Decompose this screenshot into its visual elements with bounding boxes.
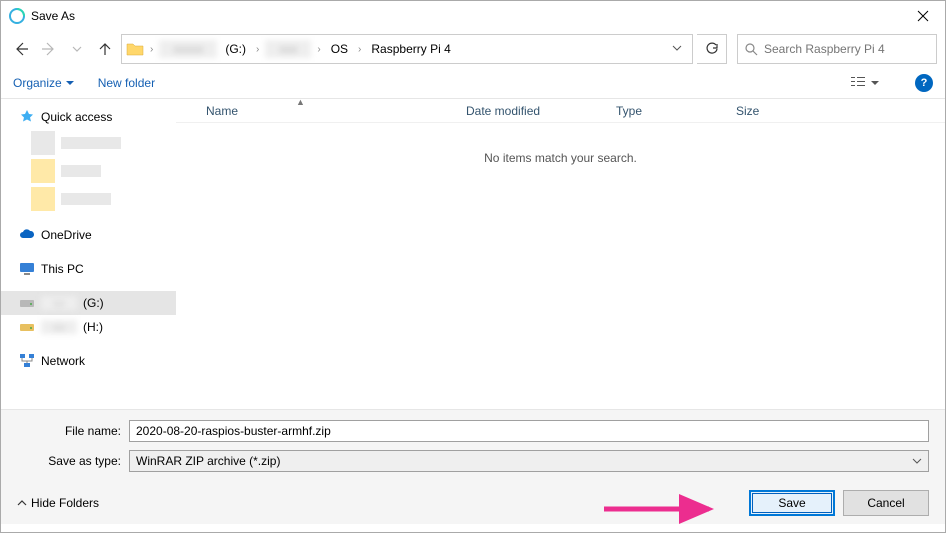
drive-icon: [19, 319, 35, 335]
column-header-name[interactable]: Name ▲: [206, 104, 466, 118]
forward-button[interactable]: [37, 37, 61, 61]
sidebar-item-drive-h[interactable]: xx (H:): [1, 315, 176, 339]
organize-button[interactable]: Organize: [13, 76, 74, 90]
refresh-button[interactable]: [697, 34, 727, 64]
close-button[interactable]: [900, 1, 945, 31]
address-dropdown-button[interactable]: [666, 42, 688, 56]
sidebar-item-label: (G:): [83, 296, 104, 310]
new-folder-label: New folder: [98, 76, 155, 90]
sidebar-item-label: Network: [41, 354, 85, 368]
network-icon: [19, 353, 35, 369]
view-options-button[interactable]: [851, 76, 879, 90]
filetype-value: WinRAR ZIP archive (*.zip): [136, 454, 280, 468]
file-list: Name ▲ Date modified Type Size No items …: [176, 99, 945, 409]
sidebar-item-label: (H:): [83, 320, 103, 334]
recent-locations-button[interactable]: [65, 37, 89, 61]
sidebar-item-label: OneDrive: [41, 228, 92, 242]
folder-icon: [126, 40, 144, 58]
breadcrumb-hidden[interactable]: xxx: [265, 40, 311, 58]
empty-message: No items match your search.: [176, 123, 945, 165]
organize-label: Organize: [13, 76, 62, 90]
hide-folders-button[interactable]: Hide Folders: [17, 496, 99, 510]
sidebar-item-network[interactable]: Network: [1, 349, 176, 373]
new-folder-button[interactable]: New folder: [98, 76, 155, 90]
cancel-button[interactable]: Cancel: [843, 490, 929, 516]
sidebar-item-label: This PC: [41, 262, 84, 276]
chevron-right-icon[interactable]: ›: [356, 44, 363, 55]
sidebar-item-this-pc[interactable]: This PC: [1, 257, 176, 281]
breadcrumb-drive[interactable]: (G:): [221, 40, 250, 58]
dropdown-icon: [871, 79, 879, 87]
help-button[interactable]: ?: [915, 74, 933, 92]
filename-label: File name:: [17, 424, 129, 438]
column-header-type[interactable]: Type: [616, 104, 736, 118]
hide-folders-label: Hide Folders: [31, 496, 99, 510]
chevron-right-icon[interactable]: ›: [148, 44, 155, 55]
quick-access-child[interactable]: [31, 185, 176, 213]
search-icon: [744, 42, 758, 56]
dropdown-icon: [66, 79, 74, 87]
save-button[interactable]: Save: [749, 490, 835, 516]
filetype-label: Save as type:: [17, 454, 129, 468]
sort-asc-icon: ▲: [296, 97, 305, 107]
search-box[interactable]: [737, 34, 937, 64]
breadcrumb-root[interactable]: xxxxx: [159, 40, 217, 58]
sidebar-item-label: Quick access: [41, 110, 112, 124]
filename-input[interactable]: [129, 420, 929, 442]
cloud-icon: [19, 227, 35, 243]
breadcrumb-current[interactable]: Raspberry Pi 4: [367, 40, 454, 58]
filetype-select[interactable]: WinRAR ZIP archive (*.zip): [129, 450, 929, 472]
quick-access-child[interactable]: [31, 129, 176, 157]
address-bar[interactable]: › xxxxx (G:) › xxx › OS › Raspberry Pi 4: [121, 34, 693, 64]
chevron-right-icon[interactable]: ›: [254, 44, 261, 55]
quick-access-child[interactable]: [31, 157, 176, 185]
sidebar-item-quick-access[interactable]: Quick access: [1, 105, 176, 129]
column-header-date[interactable]: Date modified: [466, 104, 616, 118]
app-icon: [9, 8, 25, 24]
breadcrumb-os[interactable]: OS: [327, 40, 352, 58]
drive-icon: [19, 295, 35, 311]
back-button[interactable]: [9, 37, 33, 61]
dropdown-icon: [912, 456, 922, 466]
search-input[interactable]: [764, 42, 930, 56]
sidebar: Quick access OneDrive This PC xx: [1, 99, 176, 409]
column-header-size[interactable]: Size: [736, 104, 836, 118]
up-button[interactable]: [93, 37, 117, 61]
sidebar-item-drive-g[interactable]: xx (G:): [1, 291, 176, 315]
sidebar-item-onedrive[interactable]: OneDrive: [1, 223, 176, 247]
pc-icon: [19, 261, 35, 277]
chevron-up-icon: [17, 498, 27, 508]
chevron-right-icon[interactable]: ›: [315, 44, 322, 55]
star-icon: [19, 109, 35, 125]
window-title: Save As: [31, 9, 75, 23]
